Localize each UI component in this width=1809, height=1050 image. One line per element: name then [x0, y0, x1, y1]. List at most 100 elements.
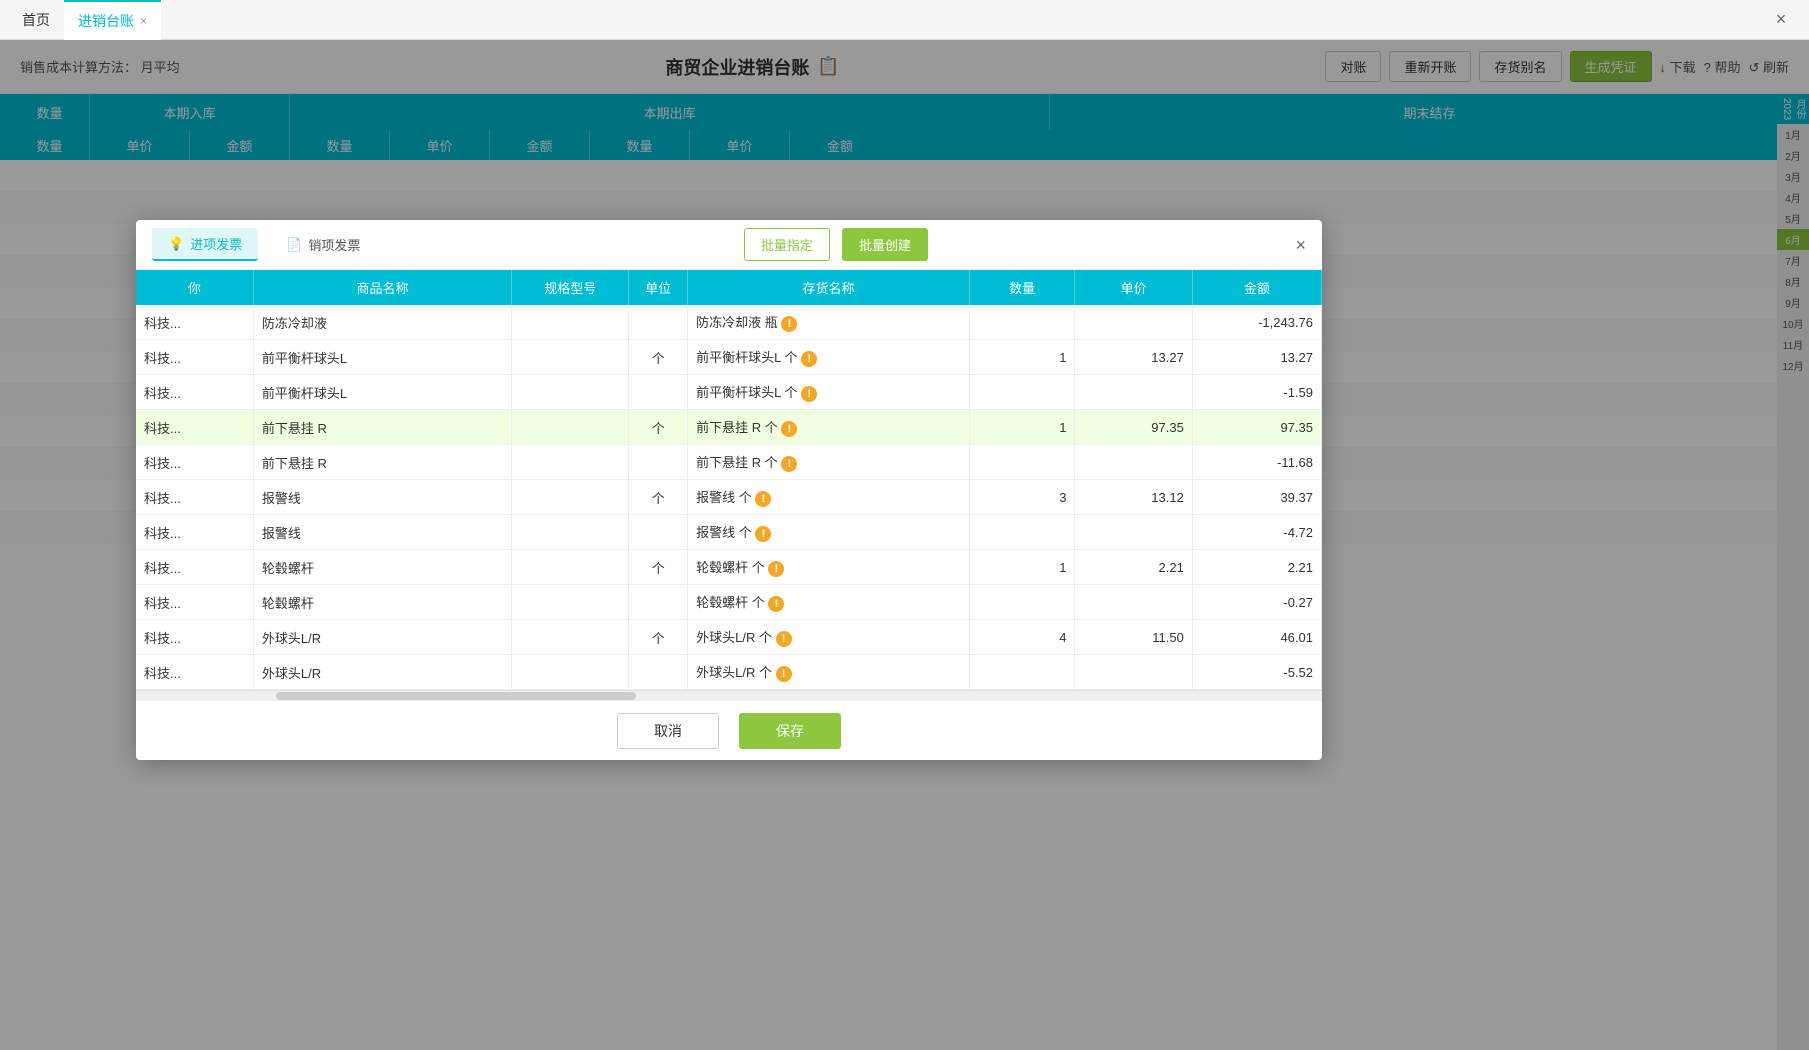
cell-company: 科技... — [136, 655, 253, 690]
cell-amount: 2.21 — [1192, 550, 1321, 585]
cell-spec — [512, 585, 629, 620]
inventory-name-text: 外球头L/R 个 — [696, 665, 772, 680]
th-amount: 金额 — [1192, 270, 1321, 305]
cell-qty — [969, 585, 1075, 620]
cell-qty: 1 — [969, 340, 1075, 375]
warning-icon: ! — [776, 631, 792, 647]
cell-product-name: 轮毂螺杆 — [253, 550, 511, 585]
invoice-table: 你 商品名称 规格型号 单位 存货名称 数量 单价 金额 科技...防冻冷却液防… — [136, 270, 1322, 690]
cell-product-name: 报警线 — [253, 515, 511, 550]
purchase-tab-label: 进项发票 — [190, 234, 242, 253]
cell-amount: -0.27 — [1192, 585, 1321, 620]
cell-inventory-name: 前下悬挂 R 个 ! — [688, 445, 970, 480]
th-unit: 单位 — [629, 270, 688, 305]
cell-company: 科技... — [136, 620, 253, 655]
cell-unit: 个 — [629, 340, 688, 375]
cell-product-name: 外球头L/R — [253, 655, 511, 690]
cell-product-name: 报警线 — [253, 480, 511, 515]
th-company: 你 — [136, 270, 253, 305]
inventory-name-text: 前下悬挂 R 个 — [696, 420, 778, 435]
table-row[interactable]: 科技...防冻冷却液防冻冷却液 瓶 !-1,243.76 — [136, 305, 1322, 340]
cell-amount: -5.52 — [1192, 655, 1321, 690]
batch-create-button[interactable]: 批量创建 — [842, 228, 928, 261]
warning-icon: ! — [755, 491, 771, 507]
cell-unit-price: 13.12 — [1075, 480, 1192, 515]
cell-unit-price — [1075, 515, 1192, 550]
cell-inventory-name: 轮毂螺杆 个 ! — [688, 550, 970, 585]
window-close-button[interactable]: × — [1761, 0, 1801, 40]
jinsales-tab[interactable]: 进销台账 × — [64, 0, 161, 40]
th-product-name: 商品名称 — [253, 270, 511, 305]
table-header-row: 你 商品名称 规格型号 单位 存货名称 数量 单价 金额 — [136, 270, 1322, 305]
cell-spec — [512, 445, 629, 480]
cell-spec — [512, 305, 629, 340]
tab-purchase-invoice[interactable]: 💡 进项发票 — [152, 228, 258, 261]
cell-amount: -1,243.76 — [1192, 305, 1321, 340]
inventory-name-text: 前下悬挂 R 个 — [696, 455, 778, 470]
cell-amount: -1.59 — [1192, 375, 1321, 410]
table-row[interactable]: 科技...前下悬挂 R个前下悬挂 R 个 !197.3597.35 — [136, 410, 1322, 445]
cell-spec — [512, 410, 629, 445]
cell-inventory-name: 报警线 个 ! — [688, 480, 970, 515]
warning-icon: ! — [768, 596, 784, 612]
table-row[interactable]: 科技...前下悬挂 R前下悬挂 R 个 !-11.68 — [136, 445, 1322, 480]
table-row[interactable]: 科技...前平衡杆球头L个前平衡杆球头L 个 !113.2713.27 — [136, 340, 1322, 375]
tab-close-icon[interactable]: × — [140, 1, 147, 41]
cell-inventory-name: 前平衡杆球头L 个 ! — [688, 375, 970, 410]
cell-product-name: 轮毂螺杆 — [253, 585, 511, 620]
table-row[interactable]: 科技...报警线报警线 个 !-4.72 — [136, 515, 1322, 550]
cell-unit — [629, 305, 688, 340]
inventory-name-text: 报警线 个 — [696, 490, 752, 505]
save-button[interactable]: 保存 — [739, 713, 841, 749]
cell-company: 科技... — [136, 480, 253, 515]
cell-unit: 个 — [629, 410, 688, 445]
modal-dialog: 💡 进项发票 📄 销项发票 批量指定 批量创建 × 你 商品名称 规格型号 单位 — [136, 220, 1322, 760]
modal-close-button[interactable]: × — [1295, 236, 1306, 254]
cell-unit: 个 — [629, 480, 688, 515]
warning-icon: ! — [781, 456, 797, 472]
cell-spec — [512, 340, 629, 375]
cell-company: 科技... — [136, 375, 253, 410]
cell-qty: 1 — [969, 550, 1075, 585]
table-row[interactable]: 科技...外球头L/R 外球头L/R 个 ! -5.52 — [136, 655, 1322, 690]
table-row[interactable]: 科技...外球头L/R个外球头L/R 个 !411.5046.01 — [136, 620, 1322, 655]
cell-qty — [969, 375, 1075, 410]
cell-company: 科技... — [136, 445, 253, 480]
home-tab[interactable]: 首页 — [8, 0, 64, 40]
scrollbar-thumb[interactable] — [276, 692, 636, 700]
th-unit-price: 单价 — [1075, 270, 1192, 305]
cell-product-name: 前下悬挂 R — [253, 445, 511, 480]
warning-icon: ! — [801, 351, 817, 367]
table-row[interactable]: 科技...前平衡杆球头L 前平衡杆球头L 个 ! -1.59 — [136, 375, 1322, 410]
warning-icon: ! — [776, 666, 792, 682]
cell-company: 科技... — [136, 515, 253, 550]
cell-unit-price — [1075, 655, 1192, 690]
cell-qty: 1 — [969, 410, 1075, 445]
batch-assign-button[interactable]: 批量指定 — [744, 228, 830, 261]
tab-sales-invoice[interactable]: 📄 销项发票 — [270, 229, 376, 260]
modal-horizontal-scrollbar[interactable] — [136, 690, 1322, 700]
cell-inventory-name: 外球头L/R 个 ! — [688, 620, 970, 655]
cell-unit-price: 11.50 — [1075, 620, 1192, 655]
inventory-name-text: 前平衡杆球头L 个 — [696, 350, 797, 365]
table-row[interactable]: 科技...轮毂螺杆个轮毂螺杆 个 !12.212.21 — [136, 550, 1322, 585]
cell-unit-price: 2.21 — [1075, 550, 1192, 585]
cell-unit — [629, 585, 688, 620]
cell-qty — [969, 305, 1075, 340]
cell-product-name: 前平衡杆球头L — [253, 375, 511, 410]
cell-unit — [629, 375, 688, 410]
cell-amount: 13.27 — [1192, 340, 1321, 375]
cell-unit — [629, 445, 688, 480]
cell-qty — [969, 655, 1075, 690]
inventory-name-text: 轮毂螺杆 个 — [696, 560, 765, 575]
table-row[interactable]: 科技...轮毂螺杆轮毂螺杆 个 !-0.27 — [136, 585, 1322, 620]
modal-table: 你 商品名称 规格型号 单位 存货名称 数量 单价 金额 科技...防冻冷却液防… — [136, 270, 1322, 690]
cell-unit — [629, 515, 688, 550]
warning-icon: ! — [801, 386, 817, 402]
cancel-button[interactable]: 取消 — [617, 713, 719, 749]
cell-spec — [512, 655, 629, 690]
cell-unit-price: 13.27 — [1075, 340, 1192, 375]
cell-qty: 3 — [969, 480, 1075, 515]
table-row[interactable]: 科技...报警线个报警线 个 !313.1239.37 — [136, 480, 1322, 515]
inventory-name-text: 前平衡杆球头L 个 — [696, 385, 797, 400]
